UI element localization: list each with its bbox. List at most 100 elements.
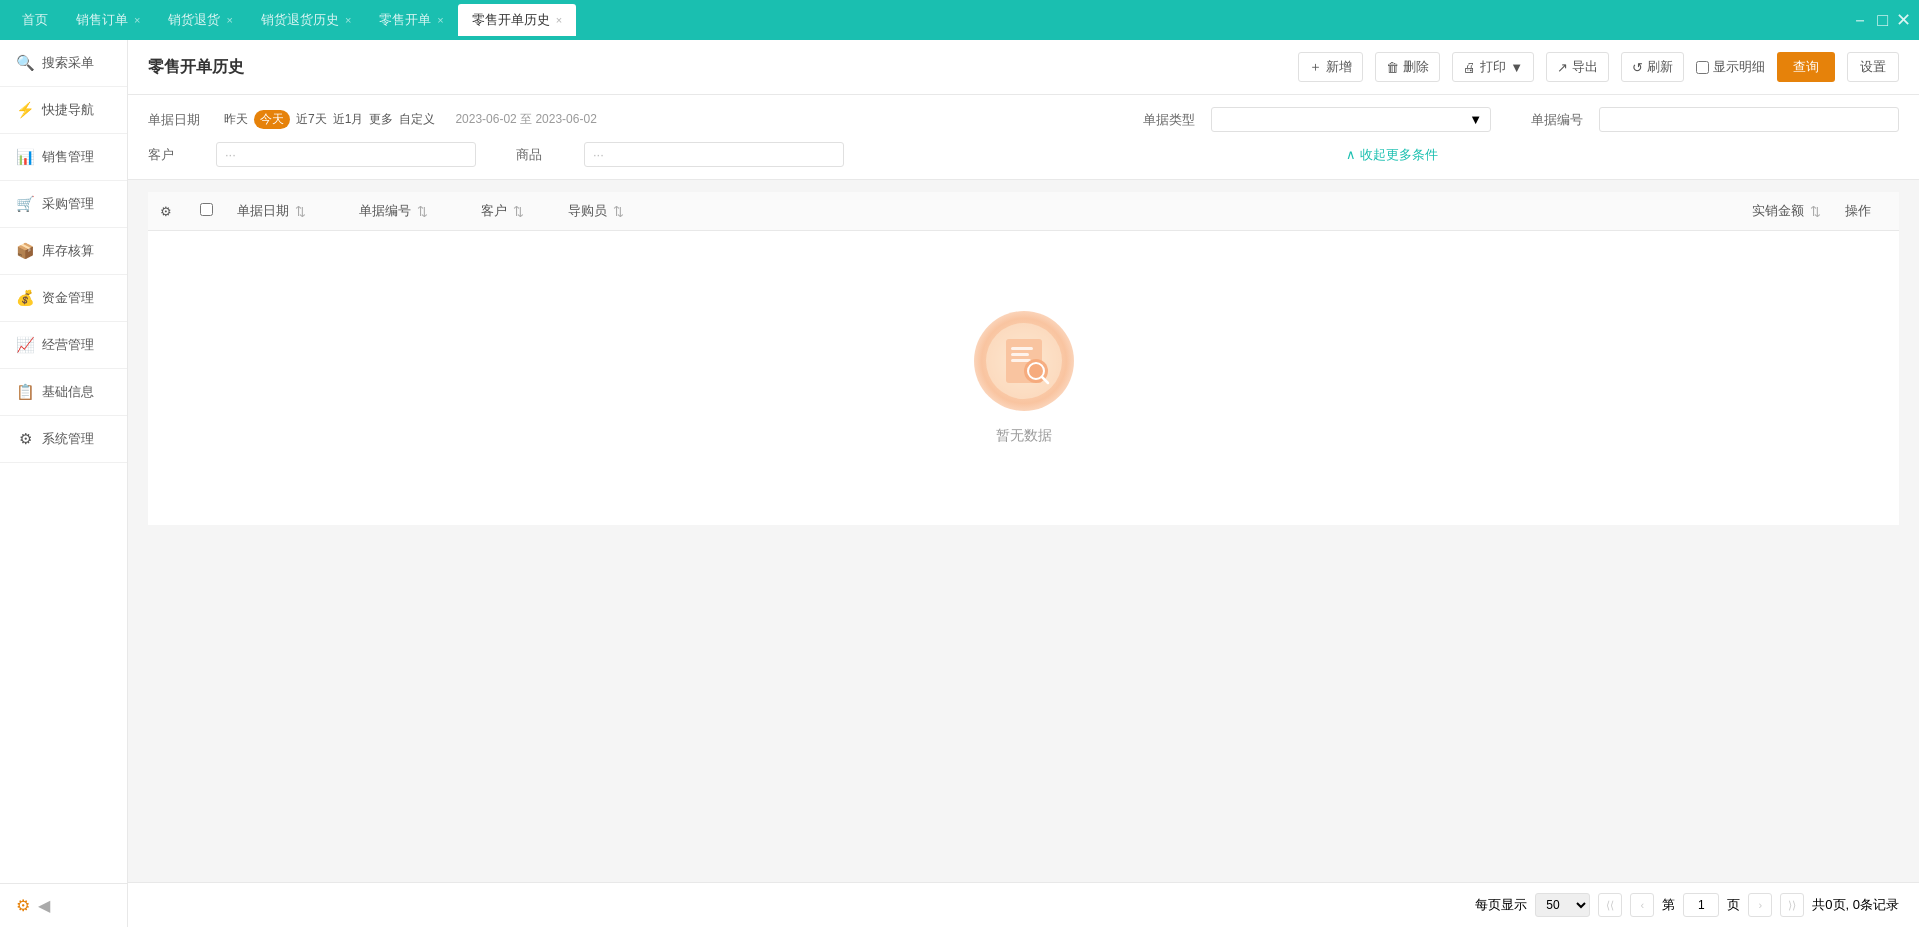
- table-salesperson-header[interactable]: 导购员 ⇅: [556, 192, 661, 231]
- per-page-select[interactable]: 50 100 200: [1535, 893, 1590, 917]
- select-all-checkbox[interactable]: [200, 203, 213, 216]
- sidebar-collapse-button[interactable]: ◀: [38, 896, 50, 915]
- sidebar-bottom: ⚙ ◀: [0, 883, 127, 927]
- table-number-header[interactable]: 单据编号 ⇅: [347, 192, 469, 231]
- tab-sales-return-history-close[interactable]: ×: [345, 14, 351, 26]
- date-7days[interactable]: 近7天: [296, 111, 327, 128]
- empty-state-text: 暂无数据: [996, 427, 1052, 445]
- next-page-button[interactable]: ›: [1748, 893, 1772, 917]
- table-customer-header[interactable]: 客户 ⇅: [469, 192, 557, 231]
- prev-page-button[interactable]: ‹: [1630, 893, 1654, 917]
- refresh-label: 刷新: [1647, 58, 1673, 76]
- tab-sales-order[interactable]: 销售订单 ×: [62, 4, 154, 36]
- empty-document-svg: [984, 321, 1064, 401]
- last-page-button[interactable]: ⟩⟩: [1780, 893, 1804, 917]
- display-detail-toggle[interactable]: 显示明细: [1696, 58, 1765, 76]
- table-settings-icon[interactable]: ⚙: [160, 204, 172, 219]
- display-detail-label: 显示明细: [1713, 58, 1765, 76]
- page-title: 零售开单历史: [148, 57, 244, 78]
- table-amount-header[interactable]: 实销金额 ⇅: [1712, 192, 1834, 231]
- type-filter-select[interactable]: ▼: [1211, 107, 1491, 132]
- sidebar-item-purchase-mgmt-label: 采购管理: [42, 195, 94, 213]
- customer-placeholder: ···: [225, 147, 236, 162]
- setting-button[interactable]: 设置: [1847, 52, 1899, 82]
- salesperson-col-label: 导购员: [568, 202, 607, 220]
- refresh-icon: ↺: [1632, 60, 1643, 75]
- sidebar-item-inventory[interactable]: 📦 库存核算: [0, 228, 127, 275]
- sidebar-item-sales-mgmt[interactable]: 📊 销售管理: [0, 134, 127, 181]
- tab-sales-order-close[interactable]: ×: [134, 14, 140, 26]
- collapse-icon: ∧: [1346, 147, 1356, 162]
- sidebar-item-basic-info[interactable]: 📋 基础信息: [0, 369, 127, 416]
- tab-retail-open-history-close[interactable]: ×: [556, 14, 562, 26]
- query-button[interactable]: 查询: [1777, 52, 1835, 82]
- customer-col-label: 客户: [481, 202, 507, 220]
- action-col-label: 操作: [1845, 203, 1871, 218]
- date-yesterday[interactable]: 昨天: [224, 111, 248, 128]
- per-page-label: 每页显示: [1475, 896, 1527, 914]
- table-checkbox-header[interactable]: [188, 192, 225, 231]
- print-button[interactable]: 🖨 打印 ▼: [1452, 52, 1534, 82]
- tab-bar: 首页 销售订单 × 销货退货 × 销货退货历史 × 零售开单 × 零售开单历史 …: [0, 0, 1919, 40]
- display-detail-checkbox[interactable]: [1696, 61, 1709, 74]
- tab-sales-return-history[interactable]: 销货退货历史 ×: [247, 4, 365, 36]
- tab-sales-return-label: 销货退货: [168, 11, 220, 29]
- amount-sort-icon: ⇅: [1810, 204, 1821, 219]
- maximize-button[interactable]: □: [1877, 10, 1888, 31]
- sidebar-item-operations[interactable]: 📈 经营管理: [0, 322, 127, 369]
- number-filter-input[interactable]: [1599, 107, 1899, 132]
- inventory-icon: 📦: [16, 242, 34, 260]
- svg-rect-3: [1011, 353, 1029, 356]
- tab-sales-return[interactable]: 销货退货 ×: [154, 4, 246, 36]
- product-filter-select[interactable]: ···: [584, 142, 844, 167]
- finance-icon: 💰: [16, 289, 34, 307]
- table-settings-header[interactable]: ⚙: [148, 192, 188, 231]
- pagination-bar: 每页显示 50 100 200 ⟨⟨ ‹ 第 页 › ⟩⟩ 共0页, 0条记录: [128, 882, 1919, 927]
- window-controls: － □ ✕: [1851, 8, 1911, 32]
- sidebar-item-finance-label: 资金管理: [42, 289, 94, 307]
- date-more[interactable]: 更多: [369, 111, 393, 128]
- export-icon: ↗: [1557, 60, 1568, 75]
- tab-retail-open-close[interactable]: ×: [437, 14, 443, 26]
- tab-sales-return-close[interactable]: ×: [226, 14, 232, 26]
- sys-mgmt-icon: ⚙: [16, 430, 34, 448]
- number-sort-icon: ⇅: [417, 204, 428, 219]
- sidebar-item-search-purchase[interactable]: 🔍 搜索采单: [0, 40, 127, 87]
- search-purchase-icon: 🔍: [16, 54, 34, 72]
- date-today[interactable]: 今天: [254, 110, 290, 129]
- collapse-conditions-button[interactable]: ∧ 收起更多条件: [1346, 146, 1438, 164]
- sidebar-item-finance[interactable]: 💰 资金管理: [0, 275, 127, 322]
- delete-button[interactable]: 🗑 删除: [1375, 52, 1440, 82]
- tab-retail-open-label: 零售开单: [379, 11, 431, 29]
- sidebar-gear-button[interactable]: ⚙: [16, 896, 30, 915]
- date-range-display: 2023-06-02 至 2023-06-02: [455, 111, 596, 128]
- sidebar-item-quick-nav[interactable]: ⚡ 快捷导航: [0, 87, 127, 134]
- purchase-mgmt-icon: 🛒: [16, 195, 34, 213]
- sidebar-item-purchase-mgmt[interactable]: 🛒 采购管理: [0, 181, 127, 228]
- refresh-button[interactable]: ↺ 刷新: [1621, 52, 1684, 82]
- filter-row-2: 客户 ··· 商品 ··· ∧ 收起更多条件: [148, 142, 1899, 167]
- first-page-button[interactable]: ⟨⟨: [1598, 893, 1622, 917]
- tab-retail-open-history[interactable]: 零售开单历史 ×: [458, 4, 576, 36]
- tab-retail-open[interactable]: 零售开单 ×: [365, 4, 457, 36]
- current-page-input[interactable]: [1683, 893, 1719, 917]
- empty-state-row: 暂无数据: [148, 231, 1899, 526]
- date-col-label: 单据日期: [237, 202, 289, 220]
- product-placeholder: ···: [593, 147, 604, 162]
- minimize-button[interactable]: －: [1851, 8, 1869, 32]
- print-icon: 🖨: [1463, 60, 1476, 75]
- header-actions: ＋ 新增 🗑 删除 🖨 打印 ▼ ↗ 导出 ↺ 刷新: [1298, 52, 1899, 82]
- export-button[interactable]: ↗ 导出: [1546, 52, 1609, 82]
- close-window-button[interactable]: ✕: [1896, 9, 1911, 31]
- svg-rect-4: [1011, 359, 1031, 362]
- tab-home-label: 首页: [22, 11, 48, 29]
- data-table: ⚙ 单据日期 ⇅ 单据编号: [148, 192, 1899, 525]
- customer-filter-select[interactable]: ···: [216, 142, 476, 167]
- add-button[interactable]: ＋ 新增: [1298, 52, 1363, 82]
- tab-home[interactable]: 首页: [8, 4, 62, 36]
- table-date-header[interactable]: 单据日期 ⇅: [225, 192, 347, 231]
- date-1month[interactable]: 近1月: [333, 111, 364, 128]
- date-custom[interactable]: 自定义: [399, 111, 435, 128]
- sidebar-item-sys-mgmt[interactable]: ⚙ 系统管理: [0, 416, 127, 463]
- sidebar: 🔍 搜索采单 ⚡ 快捷导航 📊 销售管理 🛒 采购管理 📦 库存核算 💰 资金管…: [0, 40, 128, 927]
